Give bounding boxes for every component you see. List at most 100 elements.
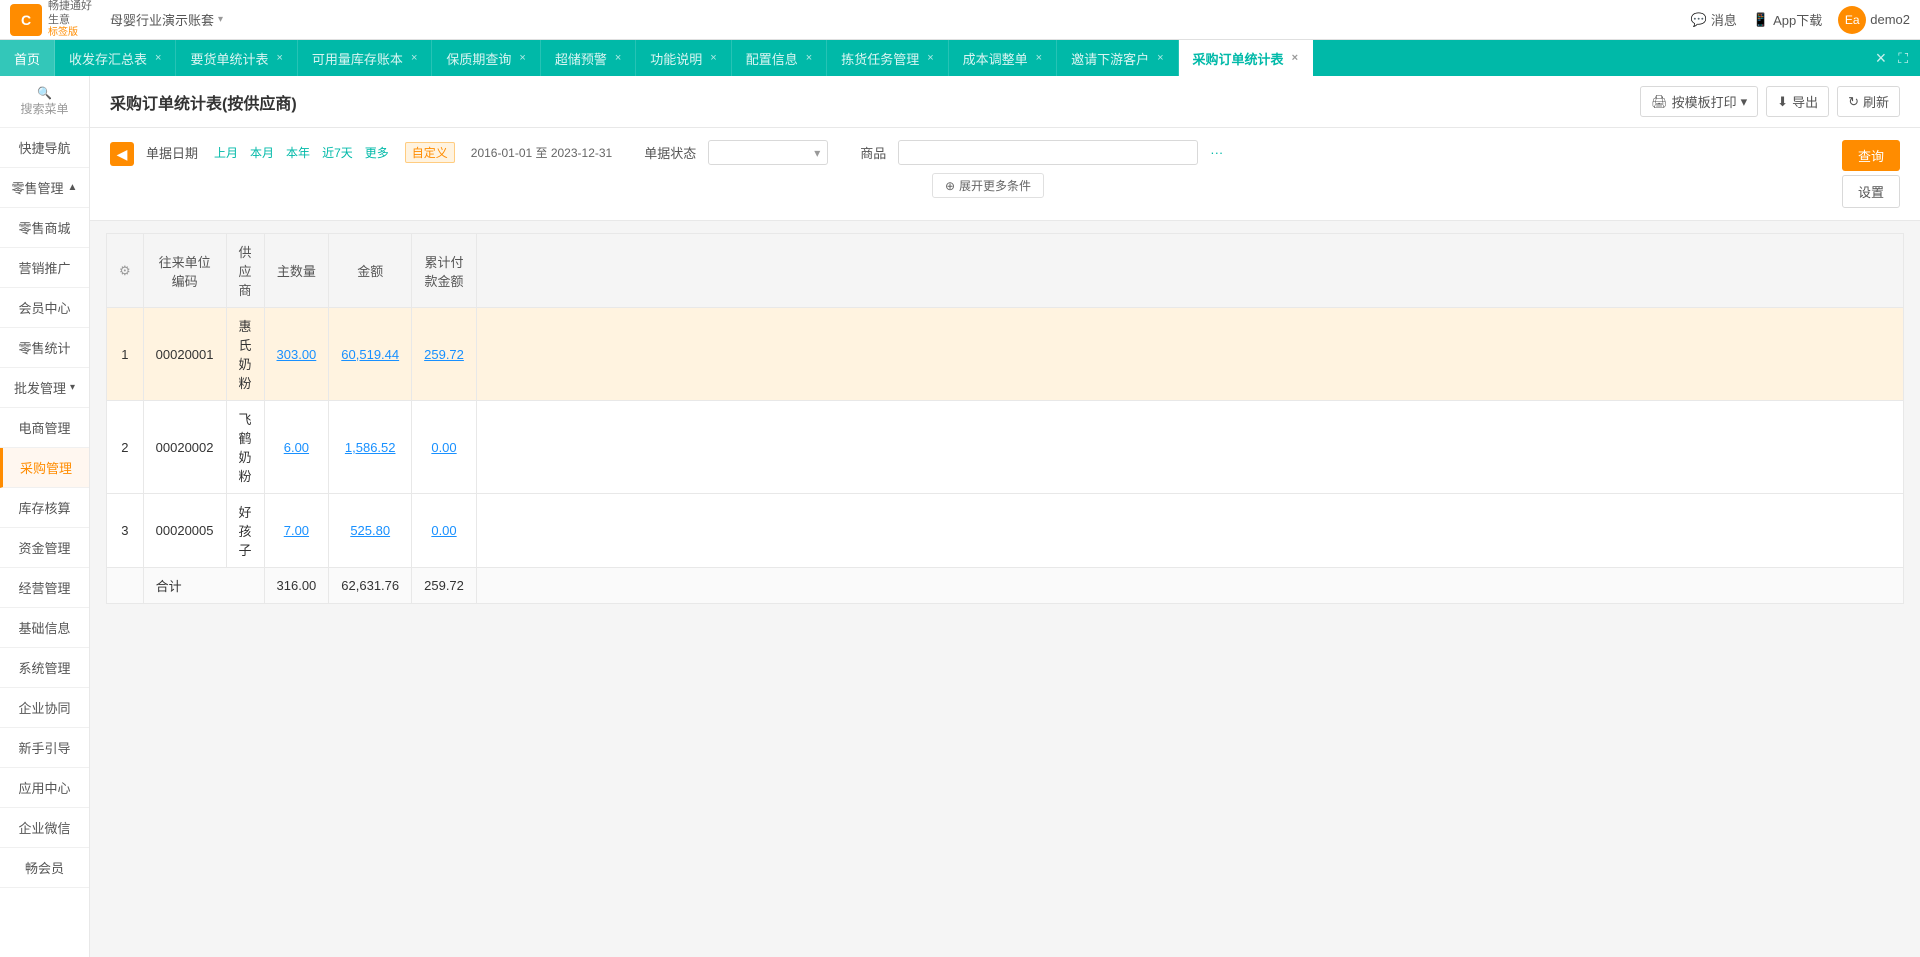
tab-order-stats[interactable]: 要货单统计表 × bbox=[176, 40, 297, 76]
cell-quantity[interactable]: 303.00 bbox=[264, 308, 329, 401]
tab-cost-adjust-close[interactable]: × bbox=[1036, 52, 1042, 64]
shortcut-more[interactable]: 更多 bbox=[361, 143, 393, 162]
th-code: 往来单位编码 bbox=[143, 234, 226, 308]
sidebar-item-retail-stats[interactable]: 零售统计 bbox=[0, 328, 89, 368]
tab-order-stats-close[interactable]: × bbox=[276, 52, 282, 64]
tab-maximize[interactable]: ⛶ bbox=[1894, 48, 1912, 69]
tab-collect-close[interactable]: × bbox=[155, 52, 161, 64]
sidebar-item-operations[interactable]: 经营管理 bbox=[0, 568, 89, 608]
tab-overstock-close[interactable]: × bbox=[615, 52, 621, 64]
tab-purchase-summary[interactable]: 采购订单统计表 × bbox=[1179, 40, 1313, 76]
cell-paid-amount[interactable]: 0.00 bbox=[412, 401, 477, 494]
goods-more-button[interactable]: ··· bbox=[1210, 145, 1223, 160]
tab-overstock[interactable]: 超储预警 × bbox=[541, 40, 636, 76]
printer-icon: 🖨 bbox=[1651, 94, 1668, 110]
shortcut-last-7-days[interactable]: 近7天 bbox=[318, 143, 357, 162]
export-button[interactable]: ⬇ 导出 bbox=[1766, 86, 1829, 117]
message-icon: 💬 bbox=[1691, 12, 1707, 28]
user-avatar[interactable]: Ea demo2 bbox=[1838, 6, 1910, 34]
tab-period-check-close[interactable]: × bbox=[519, 52, 525, 64]
th-quantity: 主数量 bbox=[264, 234, 329, 308]
sidebar-item-finance[interactable]: 资金管理 bbox=[0, 528, 89, 568]
query-button[interactable]: 查询 bbox=[1842, 140, 1900, 171]
store-dropdown-arrow: ▾ bbox=[218, 14, 223, 25]
cell-index: 2 bbox=[107, 401, 144, 494]
cell-amount[interactable]: 1,586.52 bbox=[329, 401, 412, 494]
sidebar-item-basic-info[interactable]: 基础信息 bbox=[0, 608, 89, 648]
th-amount: 金额 bbox=[329, 234, 412, 308]
cell-quantity[interactable]: 7.00 bbox=[264, 494, 329, 568]
expand-more-button[interactable]: ⊕ 展开更多条件 bbox=[932, 173, 1044, 198]
status-select[interactable] bbox=[708, 140, 828, 165]
goods-label: 商品 bbox=[860, 143, 886, 162]
logo-text: 畅捷通好生意 标签版 bbox=[48, 0, 100, 38]
logo-icon: C bbox=[10, 4, 42, 36]
tab-pick-task[interactable]: 拣货任务管理 × bbox=[827, 40, 948, 76]
tab-home[interactable]: 首页 bbox=[0, 40, 55, 76]
expand-icon: ⊕ bbox=[945, 179, 955, 193]
tab-period-check[interactable]: 保质期查询 × bbox=[432, 40, 540, 76]
sidebar-item-member[interactable]: 会员中心 bbox=[0, 288, 89, 328]
table-row: 3 00020005 好孩子 7.00 525.80 0.00 bbox=[107, 494, 1904, 568]
cell-paid-amount[interactable]: 0.00 bbox=[412, 494, 477, 568]
tab-collect[interactable]: 收发存汇总表 × bbox=[55, 40, 176, 76]
tab-func-desc-close[interactable]: × bbox=[710, 52, 716, 64]
tab-available-stock-close[interactable]: × bbox=[411, 52, 417, 64]
nav-tabs-bar: 首页 收发存汇总表 × 要货单统计表 × 可用量库存账本 × 保质期查询 × 超… bbox=[0, 40, 1920, 76]
sidebar-item-retail-mgmt[interactable]: 零售管理 ▲ bbox=[0, 168, 89, 208]
tab-cost-adjust[interactable]: 成本调整单 × bbox=[949, 40, 1057, 76]
cell-amount[interactable]: 525.80 bbox=[329, 494, 412, 568]
retail-mgmt-arrow: ▲ bbox=[68, 182, 78, 193]
tab-func-desc[interactable]: 功能说明 × bbox=[636, 40, 731, 76]
refresh-icon: ↻ bbox=[1848, 94, 1859, 110]
sidebar-item-wholesale[interactable]: 批发管理 ▾ bbox=[0, 368, 89, 408]
tab-purchase-summary-close[interactable]: × bbox=[1292, 52, 1298, 64]
sidebar-item-retail-store[interactable]: 零售商城 bbox=[0, 208, 89, 248]
total-empty bbox=[107, 568, 144, 604]
goods-input[interactable] bbox=[898, 140, 1198, 165]
sidebar-item-app-center[interactable]: 应用中心 bbox=[0, 768, 89, 808]
tab-config-info-close[interactable]: × bbox=[806, 52, 812, 64]
template-print-button[interactable]: 🖨 按模板打印 ▾ bbox=[1640, 86, 1758, 117]
sidebar-item-ecommerce[interactable]: 电商管理 bbox=[0, 408, 89, 448]
cell-code: 00020005 bbox=[143, 494, 226, 568]
cell-extra bbox=[476, 494, 1903, 568]
tab-close-all[interactable]: × bbox=[1872, 46, 1891, 71]
cell-code: 00020002 bbox=[143, 401, 226, 494]
filter-toggle-button[interactable]: ◀ bbox=[110, 142, 134, 166]
tab-pick-task-close[interactable]: × bbox=[927, 52, 933, 64]
total-quantity: 316.00 bbox=[264, 568, 329, 604]
settings-button[interactable]: 设置 bbox=[1842, 175, 1900, 208]
sidebar-item-corp-collab[interactable]: 企业协同 bbox=[0, 688, 89, 728]
shortcut-last-month[interactable]: 上月 bbox=[210, 143, 242, 162]
column-settings-icon[interactable]: ⚙ bbox=[119, 263, 131, 278]
sidebar-item-marketing[interactable]: 营销推广 bbox=[0, 248, 89, 288]
expand-row: ⊕ 展开更多条件 bbox=[146, 173, 1830, 198]
cell-supplier: 飞鹤奶粉 bbox=[226, 401, 264, 494]
tab-invite-close[interactable]: × bbox=[1157, 52, 1163, 64]
tab-config-info[interactable]: 配置信息 × bbox=[732, 40, 827, 76]
tab-invite[interactable]: 邀请下游客户 × bbox=[1057, 40, 1178, 76]
shortcut-this-month[interactable]: 本月 bbox=[246, 143, 278, 162]
custom-tag: 自定义 bbox=[405, 142, 455, 163]
sidebar-item-system-mgmt[interactable]: 系统管理 bbox=[0, 648, 89, 688]
sidebar-item-new-guide[interactable]: 新手引导 bbox=[0, 728, 89, 768]
store-selector[interactable]: 母婴行业演示账套 ▾ bbox=[100, 10, 1691, 29]
sidebar-item-corp-wechat[interactable]: 企业微信 bbox=[0, 808, 89, 848]
message-button[interactable]: 💬 消息 bbox=[1691, 10, 1737, 29]
sidebar-item-vip[interactable]: 畅会员 bbox=[0, 848, 89, 888]
sidebar: 🔍 搜索菜单 快捷导航 零售管理 ▲ 零售商城 营销推广 会员中心 零售统计 批… bbox=[0, 76, 90, 957]
export-icon: ⬇ bbox=[1777, 94, 1788, 110]
sidebar-item-quick-nav[interactable]: 快捷导航 bbox=[0, 128, 89, 168]
cell-amount[interactable]: 60,519.44 bbox=[329, 308, 412, 401]
cell-paid-amount[interactable]: 259.72 bbox=[412, 308, 477, 401]
sidebar-item-inventory[interactable]: 库存核算 bbox=[0, 488, 89, 528]
sidebar-item-purchase-mgmt[interactable]: 采购管理 bbox=[0, 448, 89, 488]
refresh-button[interactable]: ↻ 刷新 bbox=[1837, 86, 1900, 117]
app-download-button[interactable]: 📱 App下载 bbox=[1753, 10, 1822, 29]
sidebar-item-search[interactable]: 🔍 搜索菜单 bbox=[0, 76, 89, 128]
tab-available-stock[interactable]: 可用量库存账本 × bbox=[298, 40, 432, 76]
table-header-row: ⚙ 往来单位编码 供应商 主数量 金额 累计付款金额 bbox=[107, 234, 1904, 308]
shortcut-this-year[interactable]: 本年 bbox=[282, 143, 314, 162]
cell-quantity[interactable]: 6.00 bbox=[264, 401, 329, 494]
